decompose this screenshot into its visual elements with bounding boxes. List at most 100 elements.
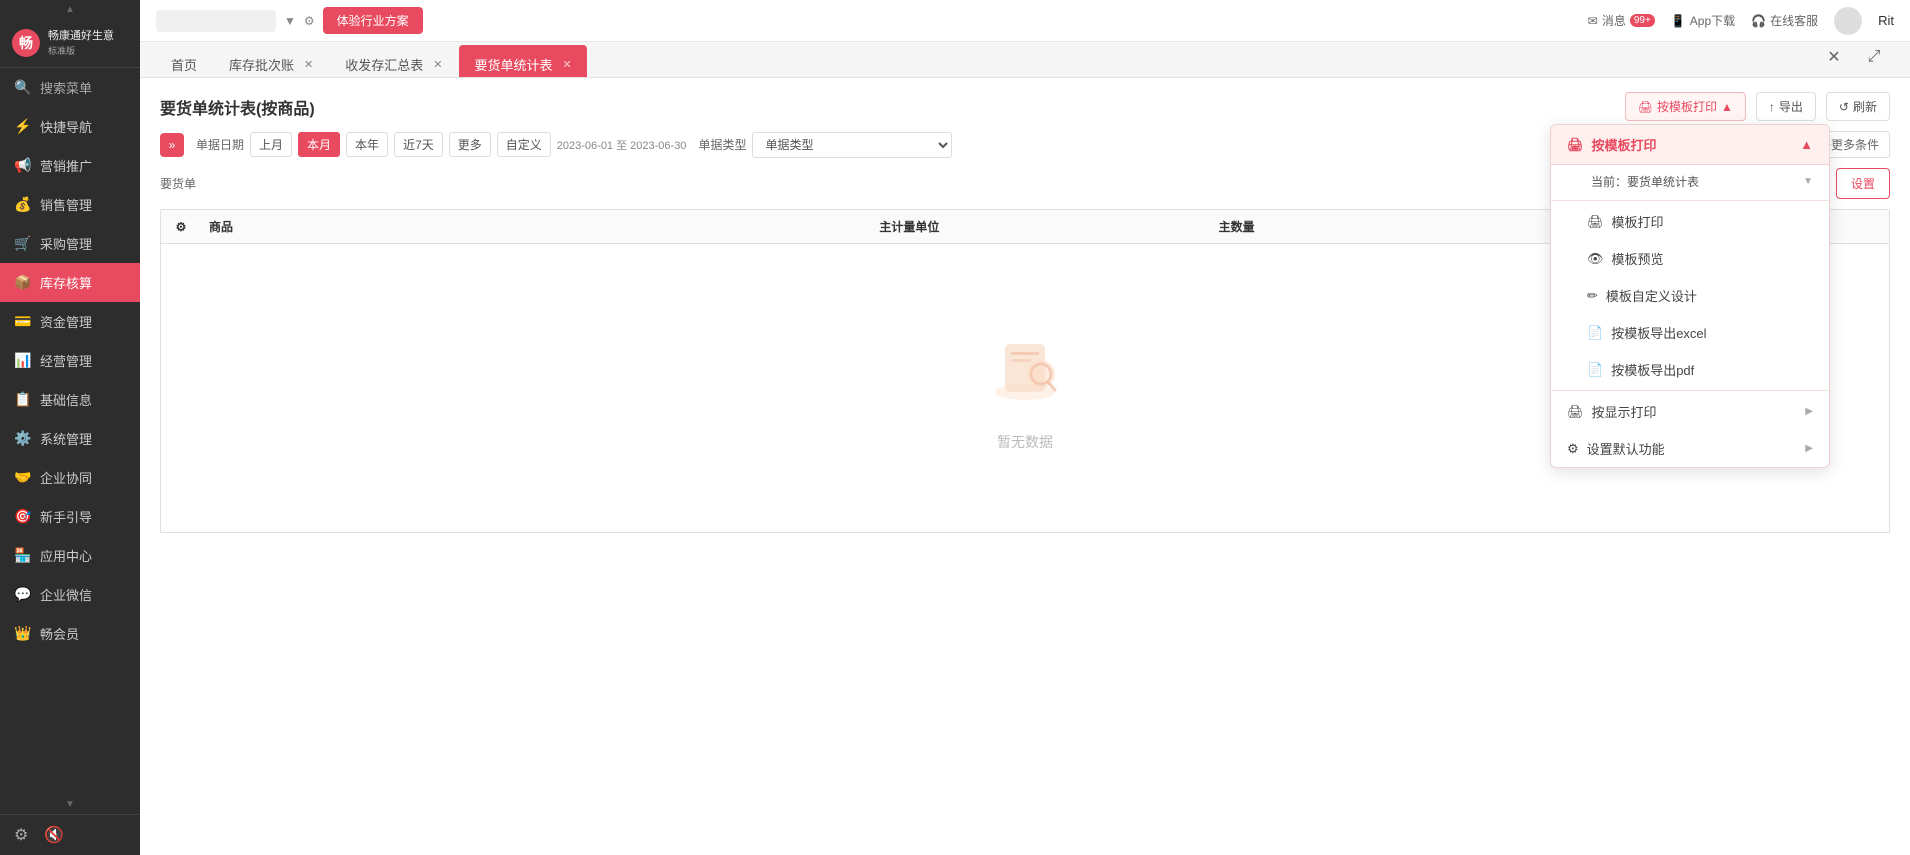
breadcrumb-search[interactable] <box>156 10 276 32</box>
appstore-icon: 🏪 <box>14 547 32 564</box>
sidebar-label-appstore: 应用中心 <box>40 546 92 565</box>
sidebar-item-inventory[interactable]: 📦 库存核算 <box>0 263 140 302</box>
dropdown-current-chevron: ▼ <box>1803 176 1813 187</box>
dropdown-item-template-print[interactable]: 🖨 模板打印 <box>1551 203 1829 240</box>
dropdown-printer-icon: 🖨 <box>1567 137 1584 153</box>
sidebar-label-weixin: 企业微信 <box>40 585 92 604</box>
doc-type-select[interactable]: 单据类型 <box>752 132 952 158</box>
sidebar-item-operations[interactable]: 📊 经营管理 <box>0 341 140 380</box>
sidebar-item-sales[interactable]: 💰 销售管理 <box>0 185 140 224</box>
dropdown-item-template-design[interactable]: ✏ 模板自定义设计 <box>1551 277 1829 314</box>
settings-icon[interactable]: ⚙ <box>14 825 28 845</box>
message-badge: 99+ <box>1630 14 1655 27</box>
dropdown-item-export-excel[interactable]: 📄 按模板导出excel <box>1551 314 1829 351</box>
dropdown-header: 🖨 按模板打印 ▲ <box>1551 125 1829 165</box>
dropdown-item-template-preview[interactable]: 👁 模板预览 <box>1551 240 1829 277</box>
sidebar-item-member[interactable]: 👑 畅会员 <box>0 614 140 653</box>
sidebar-item-shortcut[interactable]: ⚡ 快捷导航 <box>0 107 140 146</box>
tab-home[interactable]: 首页 <box>156 45 212 77</box>
tab-inventory-batch-close[interactable]: ✕ <box>304 58 313 71</box>
operations-icon: 📊 <box>14 352 32 369</box>
tab-receipt-summary-close[interactable]: ✕ <box>433 58 442 71</box>
export-btn[interactable]: ↑ 导出 <box>1756 92 1816 121</box>
date-btn-last-month[interactable]: 上月 <box>250 132 292 157</box>
sidebar-item-weixin[interactable]: 💬 企业微信 <box>0 575 140 614</box>
sidebar-item-collab[interactable]: 🤝 企业协同 <box>0 458 140 497</box>
date-filter-group: 单据日期 上月 本月 本年 近7天 更多 自定义 2023-06-01 至 20… <box>196 132 686 157</box>
dropdown-item-export-pdf[interactable]: 📄 按模板导出pdf <box>1551 351 1829 388</box>
sidebar-label-sales: 销售管理 <box>40 195 92 214</box>
template-print-btn[interactable]: 🖨 按模板打印 ▲ <box>1625 92 1746 121</box>
dropdown-collapse-icon[interactable]: ▲ <box>1800 137 1813 152</box>
tab-inventory-batch[interactable]: 库存批次账 ✕ <box>214 45 328 77</box>
basic-icon: 📋 <box>14 391 32 408</box>
resize-page-btn[interactable]: ⤢ <box>1854 37 1894 77</box>
empty-text: 暂无数据 <box>997 432 1053 452</box>
date-btn-this-month[interactable]: 本月 <box>298 132 340 157</box>
display-print-chevron: ▶ <box>1805 406 1813 417</box>
export-icon: ↑ <box>1769 100 1775 114</box>
sidebar-item-newbie[interactable]: 🎯 新手引导 <box>0 497 140 536</box>
newbie-icon: 🎯 <box>14 508 32 525</box>
dropdown-item-display-print[interactable]: 🖨 按显示打印 ▶ <box>1551 393 1829 430</box>
sidebar-nav: ⚡ 快捷导航 📢 营销推广 💰 销售管理 🛒 采购管理 📦 库存核算 💳 资金管… <box>0 107 140 795</box>
item-export-excel-label: 按模板导出excel <box>1611 323 1706 342</box>
table-col-check[interactable]: ⚙ <box>161 220 201 234</box>
trial-btn[interactable]: 体验行业方案 <box>323 7 423 34</box>
main-area: ▼ ⚙ 体验行业方案 ✉ 消息 99+ 📱 App下载 🎧 在线客服 Rit <box>140 0 1910 855</box>
mute-icon[interactable]: 🔇 <box>44 825 64 845</box>
date-btn-this-year[interactable]: 本年 <box>346 132 388 157</box>
date-btn-7days[interactable]: 近7天 <box>394 132 443 157</box>
close-page-btn[interactable]: ✕ <box>1814 37 1854 77</box>
message-icon: ✉ <box>1588 14 1598 28</box>
inventory-icon: 📦 <box>14 274 32 291</box>
gear-icon[interactable]: ⚙ <box>304 14 315 28</box>
dropdown-arrow-icon[interactable]: ▼ <box>284 14 296 28</box>
item-excel-icon: 📄 <box>1587 325 1603 341</box>
sidebar-bottom: ⚙ 🔇 <box>0 814 140 855</box>
sidebar-scroll-up[interactable]: ▲ <box>0 0 140 19</box>
date-btn-more[interactable]: 更多 <box>449 132 491 157</box>
template-print-dropdown: 🖨 按模板打印 ▲ 当前：要货单统计表 ▼ 🖨 模板打印 <box>1550 124 1830 468</box>
sidebar-item-system[interactable]: ⚙️ 系统管理 <box>0 419 140 458</box>
display-print-icon: 🖨 <box>1567 404 1584 420</box>
refresh-btn[interactable]: ↺ 刷新 <box>1826 92 1890 121</box>
tab-order-stats-close[interactable]: ✕ <box>563 58 572 71</box>
page-header: 要货单统计表(按商品) 🖨 按模板打印 ▲ ↑ 导出 ↺ 刷新 <box>140 78 1910 121</box>
chevron-up-icon: ▲ <box>1721 100 1733 114</box>
sidebar-scroll-down[interactable]: ▼ <box>0 795 140 814</box>
online-service-group[interactable]: 🎧 在线客服 <box>1751 12 1818 29</box>
sidebar-item-finance[interactable]: 💳 资金管理 <box>0 302 140 341</box>
dropdown-divider-1 <box>1551 200 1829 201</box>
settings-btn[interactable]: 设置 <box>1836 168 1890 199</box>
dropdown-current[interactable]: 当前：要货单统计表 ▼ <box>1551 165 1829 198</box>
logo-badge: 标准版 <box>48 44 114 57</box>
headset-icon: 🎧 <box>1751 14 1766 28</box>
sidebar-item-purchase[interactable]: 🛒 采购管理 <box>0 224 140 263</box>
empty-icon <box>985 324 1065 420</box>
sidebar-item-appstore[interactable]: 🏪 应用中心 <box>0 536 140 575</box>
tab-order-stats[interactable]: 要货单统计表 ✕ <box>459 45 586 77</box>
date-btn-custom[interactable]: 自定义 <box>497 132 551 157</box>
sidebar-item-basic[interactable]: 📋 基础信息 <box>0 380 140 419</box>
sidebar-item-search[interactable]: 🔍 搜索菜单 <box>0 68 140 107</box>
avatar[interactable] <box>1834 7 1862 35</box>
logo-icon: 畅 <box>12 29 40 57</box>
refresh-icon: ↺ <box>1839 100 1849 114</box>
set-default-label: 设置默认功能 <box>1587 439 1665 458</box>
item-template-design-label: 模板自定义设计 <box>1606 286 1697 305</box>
expand-arrow-btn[interactable]: » <box>160 133 184 157</box>
sidebar-label-system: 系统管理 <box>40 429 92 448</box>
tab-receipt-summary[interactable]: 收发存汇总表 ✕ <box>330 45 457 77</box>
topbar-left: ▼ ⚙ 体验行业方案 <box>156 7 1576 34</box>
message-group[interactable]: ✉ 消息 99+ <box>1588 12 1655 29</box>
sidebar-label-finance: 资金管理 <box>40 312 92 331</box>
dropdown-item-set-default[interactable]: ⚙ 设置默认功能 ▶ <box>1551 430 1829 467</box>
app-download-label: App下载 <box>1690 12 1735 29</box>
dropdown-header-left: 🖨 按模板打印 <box>1567 135 1657 154</box>
sidebar-item-marketing[interactable]: 📢 营销推广 <box>0 146 140 185</box>
table-col-product: 商品 <box>201 218 871 235</box>
app-download-group[interactable]: 📱 App下载 <box>1671 12 1735 29</box>
logo-title: 畅康通好生意 <box>48 29 114 43</box>
item-design-icon: ✏ <box>1587 288 1598 304</box>
